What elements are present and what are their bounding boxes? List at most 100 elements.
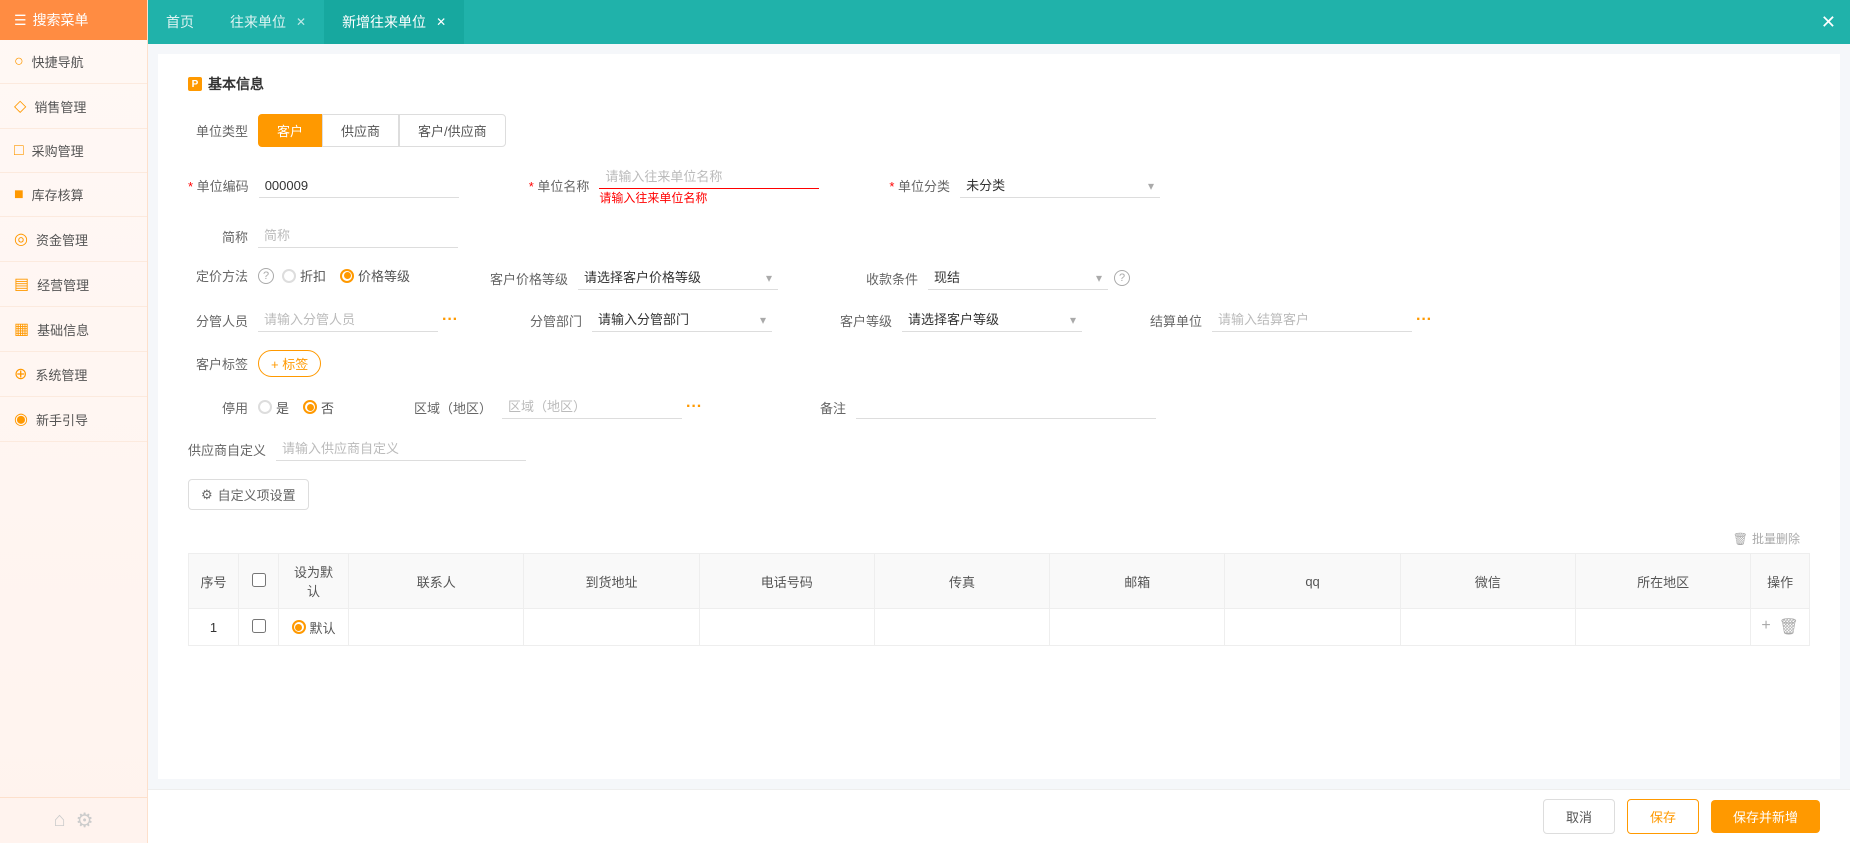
manager-input[interactable] — [258, 308, 438, 332]
row-checkbox[interactable] — [252, 619, 266, 633]
cell-fax — [874, 609, 1049, 646]
settings-footer-icon[interactable]: ⚙ — [76, 808, 94, 833]
sidebar-item-purchase[interactable]: □ 采购管理 — [0, 129, 147, 173]
save-button[interactable]: 保存 — [1627, 799, 1699, 834]
contact-input[interactable] — [359, 620, 513, 635]
fax-input[interactable] — [885, 620, 1039, 635]
radio-price-level-circle — [340, 269, 354, 283]
unit-code-input[interactable] — [259, 174, 459, 198]
dept-select[interactable]: 请输入分管部门 — [592, 308, 772, 332]
default-radio[interactable]: 默认 — [289, 618, 338, 637]
customer-price-label: 客户价格等级 — [490, 269, 578, 288]
radio-price-level[interactable]: 价格等级 — [340, 266, 410, 285]
sidebar-item-finance[interactable]: ◎ 资金管理 — [0, 217, 147, 262]
select-all-checkbox[interactable] — [252, 573, 266, 587]
sidebar-item-quick-nav[interactable]: ○ 快捷导航 — [0, 40, 147, 84]
pricing-method-label: 定价方法 — [188, 266, 258, 285]
home-footer-icon[interactable]: ⌂ — [53, 809, 65, 832]
th-address: 到货地址 — [524, 554, 699, 609]
gear-icon: ⚙ — [201, 487, 213, 503]
save-new-button[interactable]: 保存并新增 — [1711, 800, 1820, 833]
settlement-field: 结算单位 ··· — [1142, 308, 1436, 332]
sidebar-item-label: 采购管理 — [32, 141, 84, 160]
region-more-btn[interactable]: ··· — [682, 398, 706, 416]
sidebar-item-operations[interactable]: ▤ 经营管理 — [0, 262, 147, 307]
unit-code-label: 单位编码 — [188, 176, 259, 195]
tab-partners[interactable]: 往来单位 ✕ — [212, 0, 324, 44]
supplier-custom-label: 供应商自定义 — [188, 440, 276, 459]
cell-num: 1 — [189, 609, 239, 646]
sidebar-item-label: 基础信息 — [37, 320, 89, 339]
operations-icon: ▤ — [14, 274, 29, 294]
batch-delete-label: 批量删除 — [1752, 530, 1800, 547]
cancel-button[interactable]: 取消 — [1543, 799, 1615, 834]
sidebar-item-system[interactable]: ⊕ 系统管理 — [0, 352, 147, 397]
type-btn-both[interactable]: 客户/供应商 — [399, 114, 506, 147]
payment-terms-select[interactable]: 现结 — [928, 266, 1108, 290]
sidebar-item-label: 资金管理 — [36, 230, 88, 249]
sidebar-item-inventory[interactable]: ■ 库存核算 — [0, 173, 147, 217]
radio-discount-label: 折扣 — [300, 266, 326, 285]
inventory-icon: ■ — [14, 186, 24, 204]
tag-add-button[interactable]: + 标签 — [258, 350, 321, 377]
qq-input[interactable] — [1235, 620, 1389, 635]
tab-partners-label: 往来单位 — [230, 12, 286, 32]
customer-price-select-wrap: 请选择客户价格等级 — [578, 266, 778, 290]
payment-terms-label: 收款条件 — [858, 269, 928, 288]
disabled-field: 停用 是 否 — [188, 398, 334, 417]
radio-yes[interactable]: 是 — [258, 398, 289, 417]
th-wechat: 微信 — [1400, 554, 1575, 609]
location-input[interactable] — [1586, 620, 1740, 635]
table-row: 1 默认 — [189, 609, 1810, 646]
sidebar-item-label: 销售管理 — [34, 97, 86, 116]
payment-help-icon[interactable]: ? — [1114, 270, 1130, 286]
remark-label: 备注 — [786, 398, 856, 417]
content-inner: P 基本信息 单位类型 客户 供应商 客户/供应商 单位编码 — [158, 54, 1840, 779]
customer-level-select[interactable]: 请选择客户等级 — [902, 308, 1082, 332]
type-btn-customer[interactable]: 客户 — [258, 114, 322, 147]
sidebar-item-label: 系统管理 — [35, 365, 87, 384]
add-row-btn[interactable]: + — [1761, 617, 1770, 637]
custom-settings-button[interactable]: ⚙ 自定义项设置 — [188, 479, 309, 510]
customer-price-select[interactable]: 请选择客户价格等级 — [578, 266, 778, 290]
cell-phone — [699, 609, 874, 646]
disabled-radio-group: 是 否 — [258, 398, 334, 417]
batch-delete-button[interactable]: 🗑 批量删除 — [1733, 530, 1800, 547]
purchase-icon: □ — [14, 142, 24, 160]
unit-category-select[interactable]: 未分类 — [960, 174, 1160, 198]
dept-select-wrap: 请输入分管部门 — [592, 308, 772, 332]
unit-name-input[interactable] — [599, 165, 819, 189]
wechat-input[interactable] — [1411, 620, 1565, 635]
phone-input[interactable] — [710, 620, 864, 635]
sidebar-item-newbie[interactable]: ◉ 新手引导 — [0, 397, 147, 442]
cell-qq — [1225, 609, 1400, 646]
delete-row-btn[interactable]: 🗑 — [1779, 617, 1799, 637]
settlement-input[interactable] — [1212, 308, 1412, 332]
manager-more-btn[interactable]: ··· — [438, 311, 462, 329]
remark-input[interactable] — [856, 395, 1156, 419]
short-name-label: 简称 — [188, 227, 258, 246]
sidebar-search[interactable]: ☰ 搜索菜单 — [0, 0, 147, 40]
email-input[interactable] — [1060, 620, 1214, 635]
settlement-label: 结算单位 — [1142, 311, 1212, 330]
pricing-help-icon[interactable]: ? — [258, 268, 274, 284]
type-btn-supplier[interactable]: 供应商 — [322, 114, 399, 147]
tab-new-partner-close[interactable]: ✕ — [436, 15, 446, 29]
region-label: 区域（地区） — [414, 398, 502, 417]
settlement-more-btn[interactable]: ··· — [1412, 311, 1436, 329]
tab-new-partner[interactable]: 新增往来单位 ✕ — [324, 0, 464, 44]
sidebar-item-sales[interactable]: ◇ 销售管理 — [0, 84, 147, 129]
region-input[interactable] — [502, 395, 682, 419]
th-fax: 传真 — [874, 554, 1049, 609]
sidebar-item-basic[interactable]: ▦ 基础信息 — [0, 307, 147, 352]
address-input[interactable] — [534, 620, 688, 635]
tab-partners-close[interactable]: ✕ — [296, 15, 306, 29]
supplier-custom-input[interactable] — [276, 437, 526, 461]
cell-location — [1576, 609, 1751, 646]
short-name-field: 简称 — [188, 224, 458, 248]
short-name-input[interactable] — [258, 224, 458, 248]
tab-home[interactable]: 首页 — [148, 0, 212, 44]
radio-discount[interactable]: 折扣 — [282, 266, 326, 285]
radio-no[interactable]: 否 — [303, 398, 334, 417]
close-all-button[interactable]: ✕ — [1821, 13, 1836, 31]
